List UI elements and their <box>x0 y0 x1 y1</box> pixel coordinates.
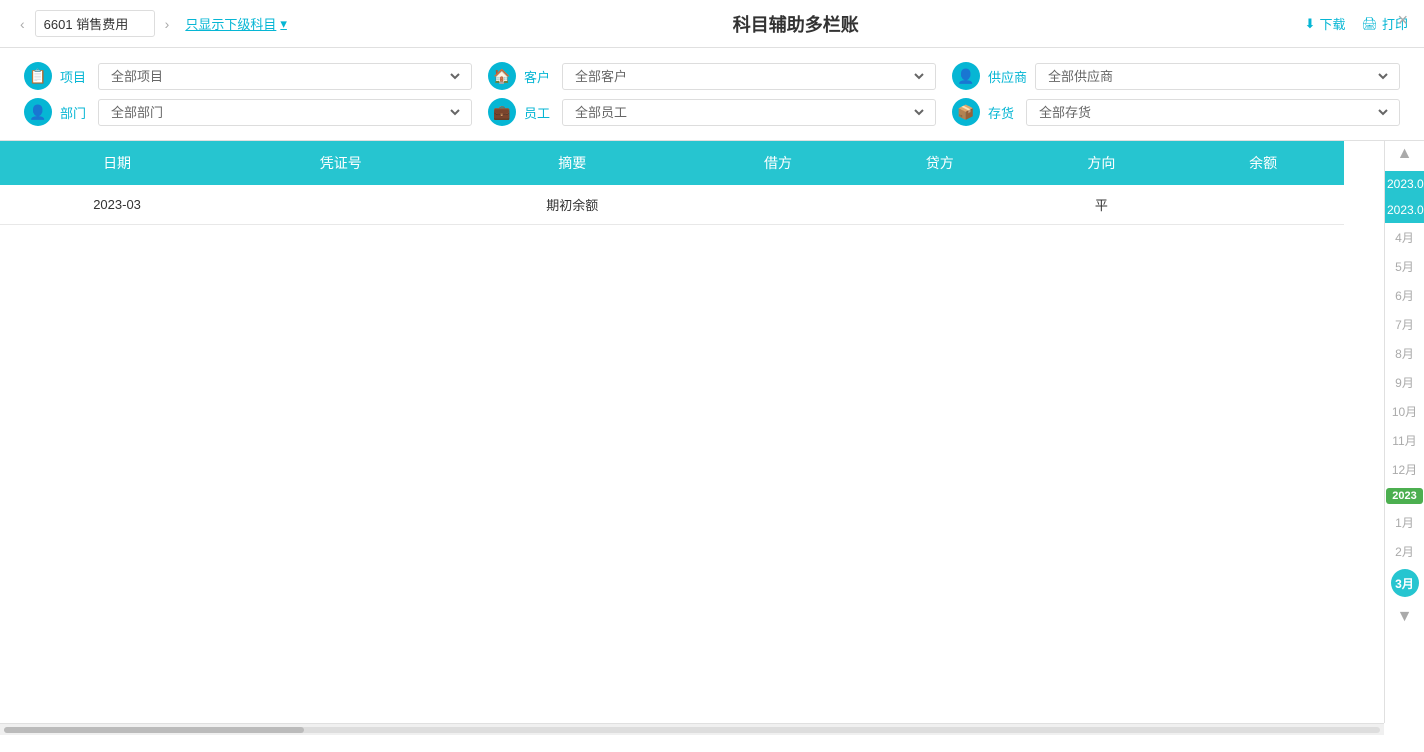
account-nav: ‹ 6601 销售费用 › <box>16 10 173 37</box>
project-dropdown[interactable]: 全部项目 <box>107 68 463 85</box>
customer-select[interactable]: 全部客户 <box>562 63 936 90</box>
scrollbar-track <box>4 727 1380 733</box>
customer-icon: 🏠 <box>488 62 516 90</box>
cell-voucher <box>234 185 447 225</box>
time-item-2023-03-start[interactable]: 2023.03 <box>1385 171 1424 197</box>
dept-icon: 👤 <box>24 98 52 126</box>
page-title: 科目辅助多栏账 <box>287 11 1305 37</box>
time-item-april[interactable]: 4月 <box>1385 223 1424 252</box>
inventory-filter: 📦 存货 全部存货 <box>944 94 1408 130</box>
ledger-table: 日期 凭证号 摘要 借方 贷方 方向 余额 2023-03 期初余额 <box>0 141 1344 225</box>
time-item-december[interactable]: 12月 <box>1385 455 1424 484</box>
col-voucher: 凭证号 <box>234 141 447 185</box>
dept-dropdown[interactable]: 全部部门 <box>107 104 463 121</box>
active-month-wrapper: 3月 <box>1391 566 1419 600</box>
supplier-dropdown[interactable]: 全部供应商 <box>1044 68 1391 85</box>
supplier-select[interactable]: 全部供应商 <box>1035 63 1400 90</box>
download-icon: ⬇ <box>1305 16 1316 32</box>
supplier-icon: 👤 <box>952 62 980 90</box>
filters-area: 📋 项目 全部项目 🏠 客户 全部客户 👤 供应商 全部供应商 <box>0 48 1424 141</box>
col-date: 日期 <box>0 141 234 185</box>
col-direction: 方向 <box>1021 141 1183 185</box>
time-item-september[interactable]: 9月 <box>1385 368 1424 397</box>
close-btn[interactable]: × <box>1397 10 1408 31</box>
download-label: 下载 <box>1319 14 1345 33</box>
scrollbar-thumb[interactable] <box>4 727 304 733</box>
print-icon: 🖨 <box>1361 16 1378 32</box>
main-window: ‹ 6601 销售费用 › 只显示下级科目 ▾ 科目辅助多栏账 ⬇ 下载 🖨 打… <box>0 0 1424 752</box>
cell-credit <box>859 185 1021 225</box>
customer-label: 客户 <box>524 67 554 86</box>
show-sub-label: 只显示下级科目 <box>185 14 276 33</box>
cell-balance <box>1182 185 1344 225</box>
inventory-icon: 📦 <box>952 98 980 126</box>
customer-dropdown[interactable]: 全部客户 <box>571 68 927 85</box>
col-summary: 摘要 <box>447 141 697 185</box>
scroll-down-btn[interactable]: ▼ <box>1385 604 1424 630</box>
time-item-jan[interactable]: 1月 <box>1385 508 1424 537</box>
cell-summary: 期初余额 <box>447 185 697 225</box>
project-select[interactable]: 全部项目 <box>98 63 472 90</box>
year-badge-wrapper: 2023 <box>1386 484 1422 508</box>
col-credit: 贷方 <box>859 141 1021 185</box>
active-month-march[interactable]: 3月 <box>1391 569 1419 597</box>
inventory-label: 存货 <box>988 103 1018 122</box>
next-account-btn[interactable]: › <box>161 14 174 34</box>
time-item-may[interactable]: 5月 <box>1385 252 1424 281</box>
project-icon: 📋 <box>24 62 52 90</box>
time-item-august[interactable]: 8月 <box>1385 339 1424 368</box>
scroll-up-btn[interactable]: ▲ <box>1385 141 1424 167</box>
time-item-june[interactable]: 6月 <box>1385 281 1424 310</box>
col-balance: 余额 <box>1182 141 1344 185</box>
time-item-2023-03-end[interactable]: 2023.03 <box>1385 197 1424 223</box>
inventory-dropdown[interactable]: 全部存货 <box>1035 104 1391 121</box>
header: ‹ 6601 销售费用 › 只显示下级科目 ▾ 科目辅助多栏账 ⬇ 下载 🖨 打… <box>0 0 1424 48</box>
download-btn[interactable]: ⬇ 下载 <box>1305 14 1346 33</box>
prev-account-btn[interactable]: ‹ <box>16 14 29 34</box>
project-label: 项目 <box>60 67 90 86</box>
cell-direction: 平 <box>1021 185 1183 225</box>
table-body: 2023-03 期初余额 平 <box>0 185 1344 225</box>
time-panel: ▲ 2023.03 2023.03 4月 5月 6月 7月 8月 9月 10月 … <box>1384 141 1424 723</box>
year-badge-2023[interactable]: 2023 <box>1386 488 1422 504</box>
time-item-july[interactable]: 7月 <box>1385 310 1424 339</box>
col-debit: 借方 <box>697 141 859 185</box>
time-item-november[interactable]: 11月 <box>1385 426 1424 455</box>
table-row: 2023-03 期初余额 平 <box>0 185 1344 225</box>
employee-icon: 💼 <box>488 98 516 126</box>
inventory-select[interactable]: 全部存货 <box>1026 99 1400 126</box>
customer-filter: 🏠 客户 全部客户 <box>480 58 944 94</box>
employee-label: 员工 <box>524 103 554 122</box>
supplier-filter: 👤 供应商 全部供应商 <box>944 58 1408 94</box>
supplier-label: 供应商 <box>988 67 1027 86</box>
main-area: 日期 凭证号 摘要 借方 贷方 方向 余额 2023-03 期初余额 <box>0 141 1424 723</box>
dept-filter: 👤 部门 全部部门 <box>16 94 480 130</box>
show-sub-control[interactable]: 只显示下级科目 ▾ <box>185 14 287 33</box>
dept-select[interactable]: 全部部门 <box>98 99 472 126</box>
time-item-october[interactable]: 10月 <box>1385 397 1424 426</box>
time-panel-scroll: 2023.03 2023.03 4月 5月 6月 7月 8月 9月 10月 11… <box>1385 167 1424 604</box>
table-container: 日期 凭证号 摘要 借方 贷方 方向 余额 2023-03 期初余额 <box>0 141 1344 723</box>
cell-debit <box>697 185 859 225</box>
employee-dropdown[interactable]: 全部员工 <box>571 104 927 121</box>
employee-select[interactable]: 全部员工 <box>562 99 936 126</box>
account-code: 6601 销售费用 <box>35 10 155 37</box>
header-actions: ⬇ 下载 🖨 打印 <box>1305 14 1408 33</box>
employee-filter: 💼 员工 全部员工 <box>480 94 944 130</box>
bottom-scrollbar[interactable] <box>0 723 1384 735</box>
time-item-feb[interactable]: 2月 <box>1385 537 1424 566</box>
project-filter: 📋 项目 全部项目 <box>16 58 480 94</box>
dept-label: 部门 <box>60 103 90 122</box>
cell-date: 2023-03 <box>0 185 234 225</box>
table-header-row: 日期 凭证号 摘要 借方 贷方 方向 余额 <box>0 141 1344 185</box>
